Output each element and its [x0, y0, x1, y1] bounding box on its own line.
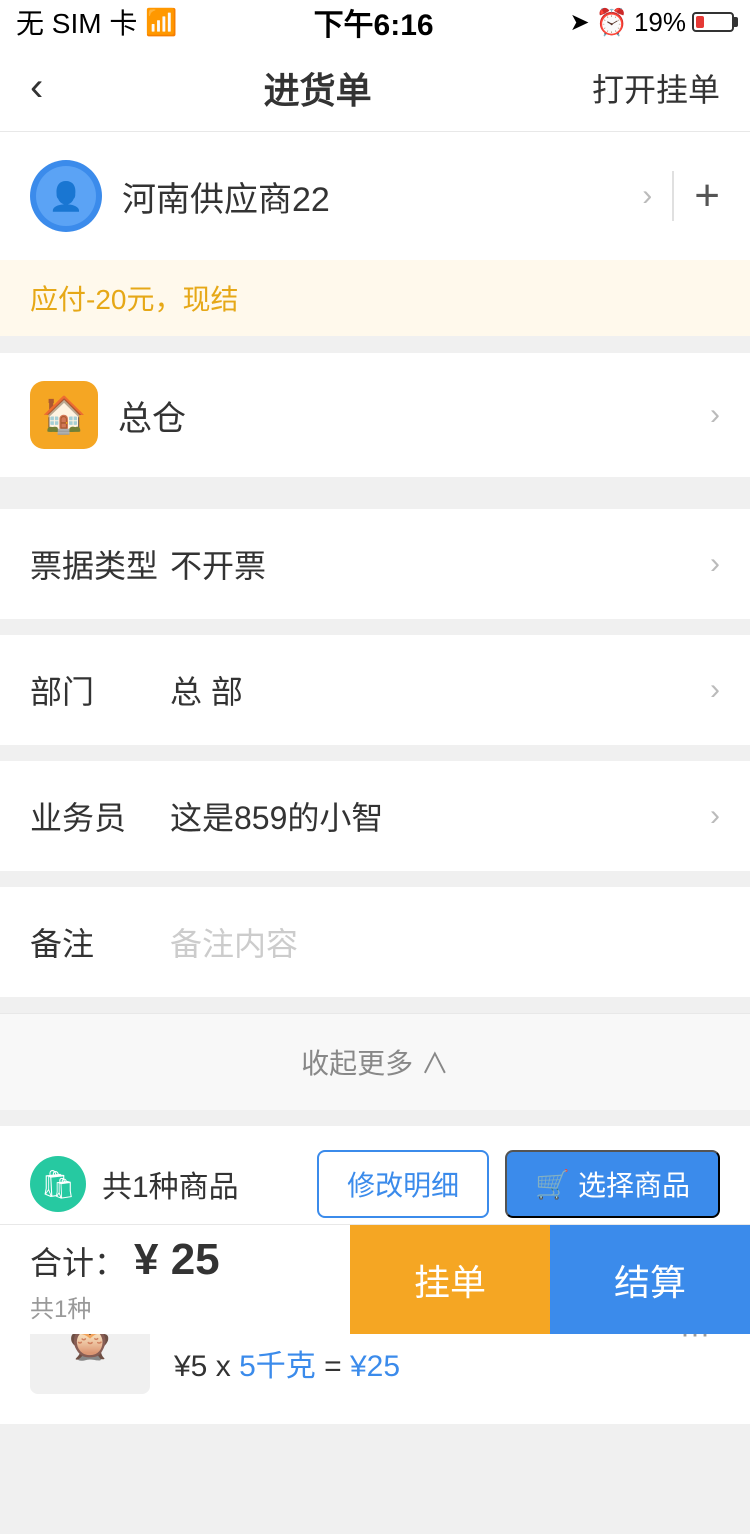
warehouse-card[interactable]: 🏠 总仓 › — [0, 352, 750, 477]
total-main: 合计： ¥ 25 — [30, 1235, 320, 1285]
checkout-button[interactable]: 结算 — [550, 1225, 750, 1334]
department-value: 总 部 — [170, 667, 710, 713]
product-equals: = — [324, 1350, 350, 1383]
battery-label: 19% — [634, 7, 686, 38]
supplier-row[interactable]: 👤 河南供应商22 › + — [0, 132, 750, 260]
invoice-type-arrow-icon: › — [710, 547, 720, 581]
salesman-value: 这是859的小智 — [170, 793, 710, 839]
supplier-divider — [672, 171, 674, 221]
page-title: 进货单 — [264, 62, 372, 114]
alarm-icon: ⏰ — [596, 7, 628, 38]
carrier-label: 无 SIM 卡 — [16, 2, 137, 42]
supplier-arrow-icon: › — [642, 179, 652, 213]
wifi-icon: 📶 — [145, 7, 177, 38]
status-bar-right: ➤ ⏰ 19% — [569, 7, 734, 38]
open-pending-button[interactable]: 打开挂单 — [592, 65, 720, 111]
salesman-label: 业务员 — [30, 793, 170, 839]
department-row[interactable]: 部门 总 部 › — [0, 619, 750, 745]
supplier-avatar: 👤 — [30, 160, 102, 232]
product-unit-price: ¥5 — [174, 1350, 207, 1383]
salesman-arrow-icon: › — [710, 799, 720, 833]
product-multiply: x — [216, 1350, 239, 1383]
invoice-type-value: 不开票 — [170, 541, 710, 587]
warehouse-name: 总仓 — [118, 391, 710, 440]
salesman-row[interactable]: 业务员 这是859的小智 › — [0, 745, 750, 871]
supplier-avatar-inner: 👤 — [36, 166, 96, 226]
product-qty: 5千克 — [239, 1350, 316, 1383]
product-count-label: 共1种商品 — [102, 1162, 317, 1206]
shopping-bag-icon: 🛍 — [40, 1168, 76, 1201]
invoice-type-label: 票据类型 — [30, 541, 170, 587]
total-amount: ¥ 25 — [134, 1235, 220, 1285]
warehouse-row[interactable]: 🏠 总仓 › — [0, 352, 750, 477]
add-supplier-button[interactable]: + — [694, 171, 720, 221]
select-product-button[interactable]: 🛒 选择商品 — [505, 1150, 720, 1218]
suspend-button[interactable]: 挂单 — [350, 1225, 550, 1334]
bottom-bar: 合计： ¥ 25 共1种 挂单 结算 — [0, 1224, 750, 1334]
status-bar-left: 无 SIM 卡 📶 — [16, 2, 178, 42]
remark-row[interactable]: 备注 备注内容 — [0, 871, 750, 997]
total-label: 合计： — [30, 1238, 126, 1284]
location-icon: ➤ — [569, 8, 589, 37]
invoice-type-row[interactable]: 票据类型 不开票 › — [0, 493, 750, 619]
bottom-total: 合计： ¥ 25 共1种 — [0, 1225, 350, 1334]
status-bar: 无 SIM 卡 📶 下午6:16 ➤ ⏰ 19% — [0, 0, 750, 44]
supplier-name: 河南供应商22 — [122, 172, 642, 221]
warehouse-arrow-icon: › — [710, 398, 720, 432]
collapse-bar[interactable]: 收起更多 ∧ — [0, 1013, 750, 1110]
bottom-spacer — [0, 1424, 750, 1534]
form-card: 票据类型 不开票 › 部门 总 部 › 业务员 这是859的小智 › 备注 备注… — [0, 493, 750, 997]
edit-detail-button[interactable]: 修改明细 — [317, 1150, 489, 1218]
battery-icon — [692, 12, 734, 32]
department-arrow-icon: › — [710, 673, 720, 707]
product-price: ¥5 x 5千克 = ¥25 — [174, 1341, 670, 1385]
department-label: 部门 — [30, 667, 170, 713]
warehouse-icon: 🏠 — [30, 381, 98, 449]
back-button[interactable]: ‹ — [30, 65, 43, 110]
cart-icon: 🛒 — [535, 1168, 570, 1201]
product-total: ¥25 — [350, 1350, 400, 1383]
select-product-label: 选择商品 — [578, 1164, 690, 1204]
supplier-card: 👤 河南供应商22 › + 应付-20元，现结 — [0, 132, 750, 336]
notice-bar: 应付-20元，现结 — [0, 260, 750, 336]
remark-input[interactable]: 备注内容 — [170, 919, 720, 965]
remark-label: 备注 — [30, 919, 170, 965]
status-bar-time: 下午6:16 — [314, 0, 434, 44]
total-sub: 共1种 — [30, 1289, 320, 1324]
house-icon: 🏠 — [42, 394, 87, 436]
nav-bar: ‹ 进货单 打开挂单 — [0, 44, 750, 132]
product-count-icon: 🛍 — [30, 1156, 86, 1212]
